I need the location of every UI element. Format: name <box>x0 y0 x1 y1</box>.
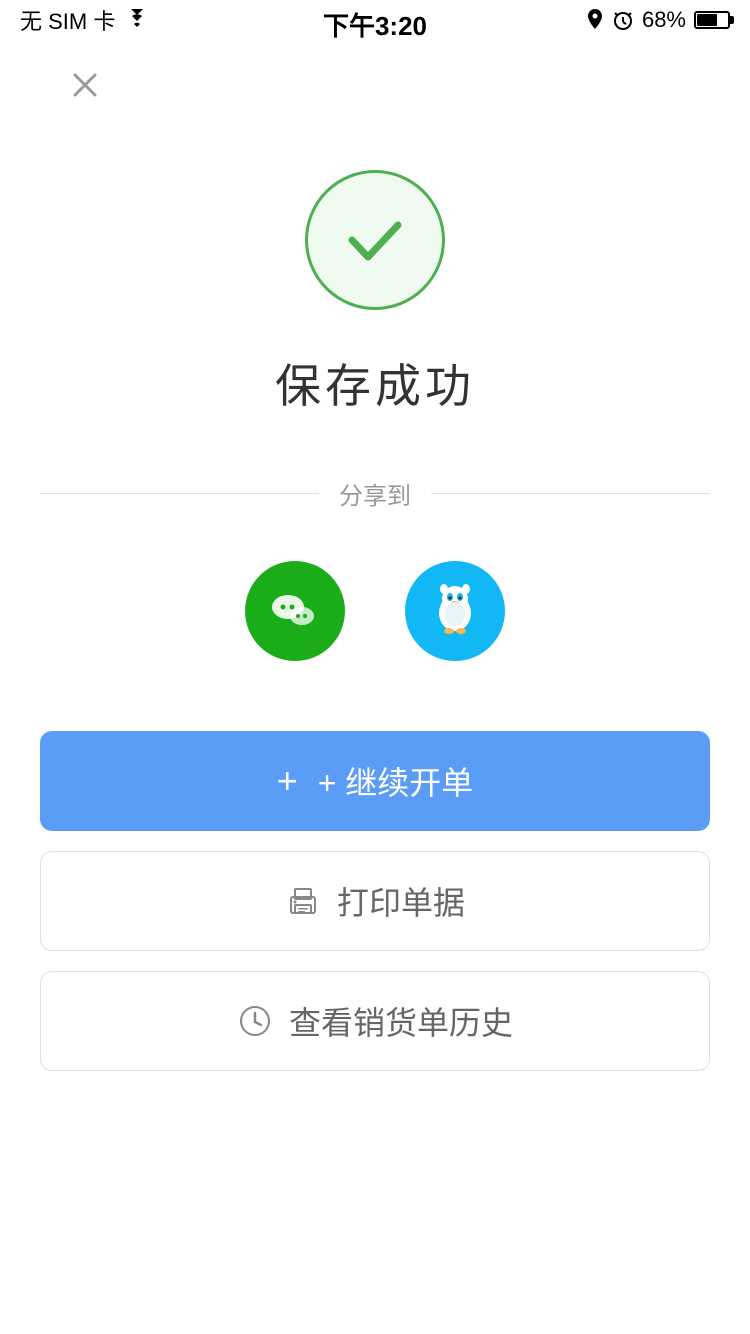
clock-icon <box>237 1003 273 1039</box>
divider-right <box>431 493 710 494</box>
print-button[interactable]: 打印单据 <box>40 851 710 951</box>
history-button[interactable]: 查看销货单历史 <box>40 971 710 1071</box>
status-bar: 无 SIM 卡 下午3:20 68% <box>0 0 750 40</box>
print-label: 打印单据 <box>337 878 465 924</box>
main-content: 保存成功 分享到 <box>0 40 750 1334</box>
success-icon-circle <box>305 170 445 310</box>
alarm-icon <box>612 9 634 31</box>
continue-button[interactable]: + + 继续开单 <box>40 731 710 831</box>
wifi-icon <box>123 9 151 31</box>
qq-logo <box>425 581 485 641</box>
divider-left <box>40 493 319 494</box>
share-icons-container <box>245 561 505 661</box>
status-time: 下午3:20 <box>323 6 427 43</box>
qq-share-button[interactable] <box>405 561 505 661</box>
status-right: 68% <box>586 7 730 33</box>
wechat-share-button[interactable] <box>245 561 345 661</box>
success-title: 保存成功 <box>275 350 475 416</box>
printer-icon <box>285 883 321 919</box>
no-sim-label: 无 SIM 卡 <box>20 4 115 36</box>
history-label: 查看销货单历史 <box>289 998 513 1044</box>
battery-icon <box>694 11 730 29</box>
close-button[interactable] <box>60 60 110 110</box>
plus-icon: + <box>277 760 298 802</box>
location-icon <box>586 9 604 31</box>
status-left: 无 SIM 卡 <box>20 4 151 36</box>
action-buttons: + + 继续开单 打印单据 查看销货单历史 <box>40 731 710 1071</box>
wechat-logo <box>265 581 325 641</box>
share-divider: 分享到 <box>40 476 710 511</box>
checkmark-icon <box>340 205 410 275</box>
battery-percent: 68% <box>642 7 686 33</box>
share-label: 分享到 <box>339 476 411 511</box>
continue-label: + 继续开单 <box>318 758 474 804</box>
